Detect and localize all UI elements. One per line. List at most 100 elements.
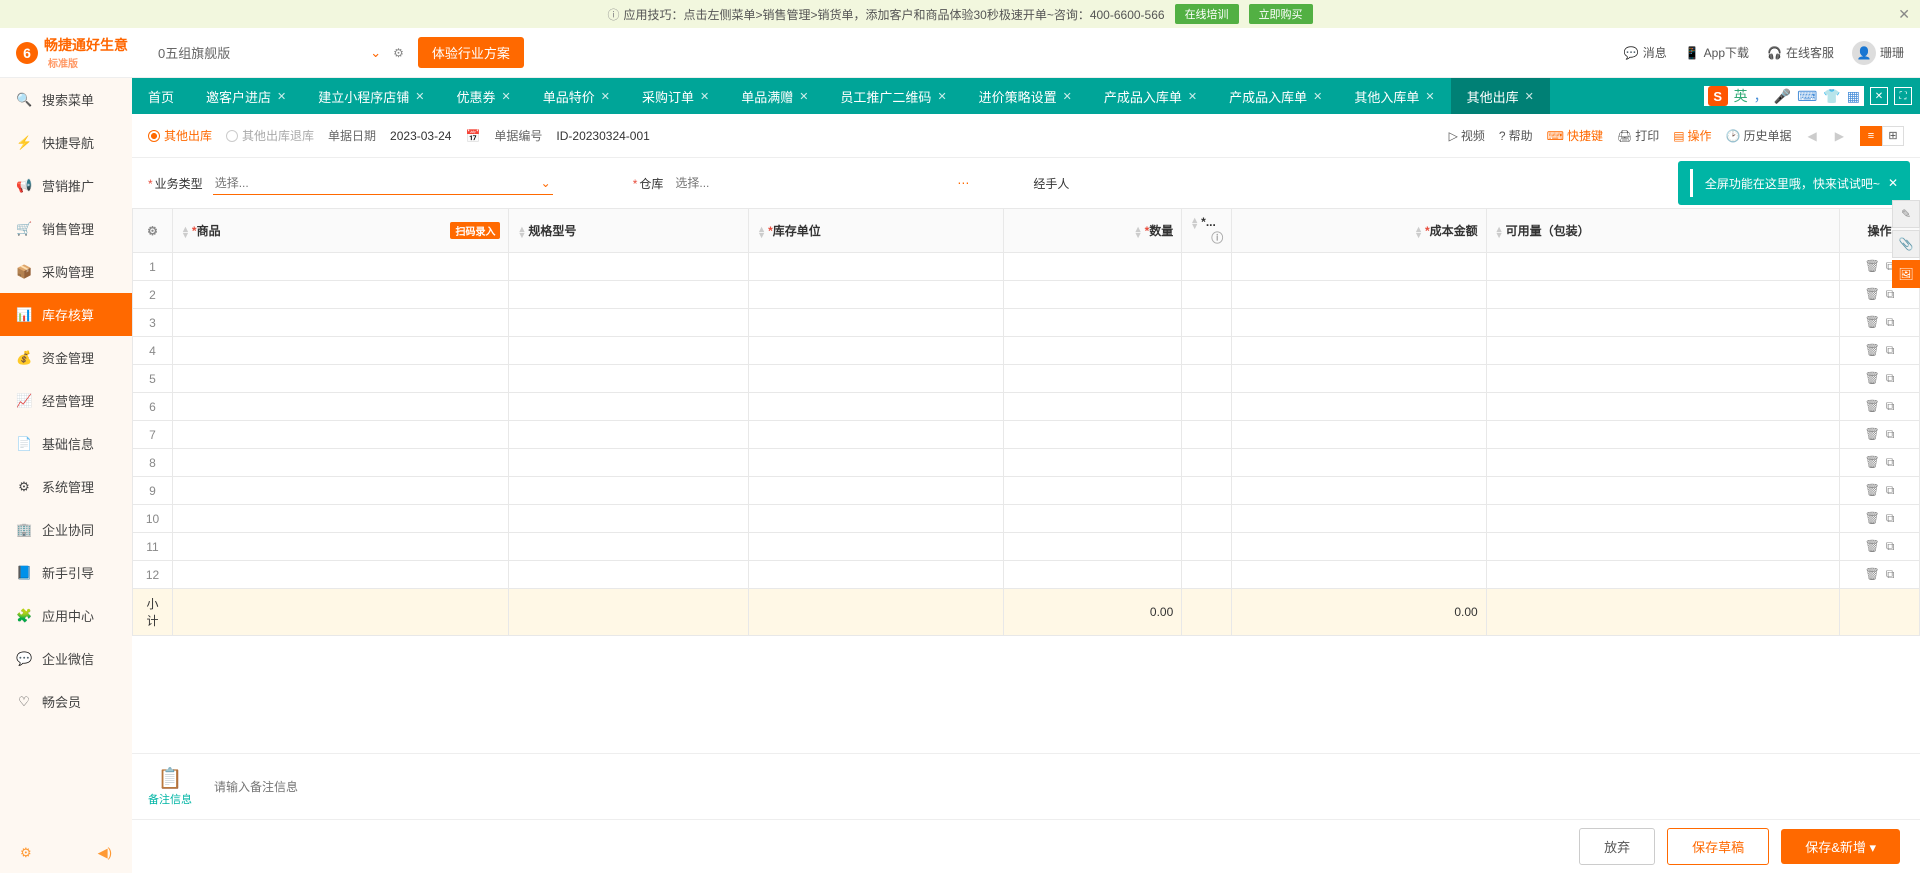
- tab-4[interactable]: 单品特价✕: [527, 78, 626, 114]
- table-row[interactable]: 6 🗑⧉: [133, 393, 1920, 421]
- tab-close-icon[interactable]: ✕: [1063, 90, 1072, 103]
- support-link[interactable]: 🎧 在线客服: [1767, 44, 1834, 61]
- print-button[interactable]: 🖨打印: [1617, 127, 1659, 144]
- abandon-button[interactable]: 放弃: [1579, 828, 1655, 865]
- copy-row-icon[interactable]: ⧉: [1886, 483, 1895, 497]
- tab-10[interactable]: 产成品入库单✕: [1213, 78, 1338, 114]
- delete-row-icon[interactable]: 🗑: [1865, 427, 1880, 441]
- org-selector[interactable]: 0五组旗舰版 ⌄: [158, 43, 381, 62]
- close-banner-icon[interactable]: ✕: [1898, 6, 1910, 23]
- sidebar-item-0[interactable]: 🔍搜索菜单: [0, 78, 132, 121]
- ime-shirt-icon[interactable]: 👕: [1823, 88, 1840, 105]
- prev-icon[interactable]: ◀: [1806, 129, 1819, 143]
- copy-row-icon[interactable]: ⧉: [1886, 343, 1895, 357]
- copy-row-icon[interactable]: ⧉: [1886, 371, 1895, 385]
- save-draft-button[interactable]: 保存草稿: [1667, 828, 1769, 865]
- tab-11[interactable]: 其他入库单✕: [1338, 78, 1450, 114]
- tab-close-all-icon[interactable]: ✕: [1870, 87, 1888, 105]
- more-icon[interactable]: ⋯: [957, 176, 971, 190]
- sidebar-item-14[interactable]: ♡畅会员: [0, 680, 132, 723]
- sidebar-item-9[interactable]: ⚙系统管理: [0, 465, 132, 508]
- table-row[interactable]: 4 🗑⧉: [133, 337, 1920, 365]
- delete-row-icon[interactable]: 🗑: [1865, 567, 1880, 581]
- delete-row-icon[interactable]: 🗑: [1865, 315, 1880, 329]
- sidebar-item-7[interactable]: 📈经营管理: [0, 379, 132, 422]
- col-qty[interactable]: ▲▼*数量: [1003, 209, 1182, 253]
- next-icon[interactable]: ▶: [1833, 129, 1846, 143]
- tab-close-icon[interactable]: ✕: [1525, 90, 1534, 103]
- handler-select[interactable]: [1079, 172, 1259, 195]
- user-menu[interactable]: 👤 珊珊: [1852, 41, 1904, 65]
- tab-close-icon[interactable]: ✕: [937, 90, 946, 103]
- sidebar-item-5[interactable]: 📊库存核算: [0, 293, 132, 336]
- tab-7[interactable]: 员工推广二维码✕: [824, 78, 962, 114]
- tab-2[interactable]: 建立小程序店铺✕: [302, 78, 440, 114]
- tab-close-icon[interactable]: ✕: [601, 90, 610, 103]
- radio-return[interactable]: 其他出库退库: [226, 127, 314, 144]
- delete-row-icon[interactable]: 🗑: [1865, 371, 1880, 385]
- warehouse-input[interactable]: [675, 176, 957, 190]
- video-button[interactable]: ▷视频: [1449, 127, 1485, 144]
- tab-9[interactable]: 产成品入库单✕: [1088, 78, 1213, 114]
- tab-close-icon[interactable]: ✕: [799, 90, 808, 103]
- gear-icon[interactable]: ⚙: [20, 845, 32, 861]
- tab-8[interactable]: 进价策略设置✕: [963, 78, 1088, 114]
- copy-row-icon[interactable]: ⧉: [1886, 539, 1895, 553]
- collapse-icon[interactable]: ◀): [98, 845, 112, 861]
- delete-row-icon[interactable]: 🗑: [1865, 343, 1880, 357]
- operate-button[interactable]: ▤操作: [1673, 127, 1711, 144]
- table-row[interactable]: 10 🗑⧉: [133, 505, 1920, 533]
- ime-logo-icon[interactable]: S: [1708, 86, 1728, 106]
- sidebar-item-10[interactable]: 🏢企业协同: [0, 508, 132, 551]
- tab-1[interactable]: 邀客户进店✕: [190, 78, 302, 114]
- ime-mic-icon[interactable]: 🎤: [1774, 88, 1791, 105]
- table-row[interactable]: 11 🗑⧉: [133, 533, 1920, 561]
- sidebar-item-12[interactable]: 🧩应用中心: [0, 594, 132, 637]
- save-new-button[interactable]: 保存&新增 ▾: [1781, 829, 1900, 864]
- delete-row-icon[interactable]: 🗑: [1865, 399, 1880, 413]
- help-button[interactable]: ?帮助: [1499, 127, 1533, 144]
- copy-row-icon[interactable]: ⧉: [1886, 315, 1895, 329]
- remark-input[interactable]: [206, 772, 1904, 802]
- sidebar-item-13[interactable]: 💬企业微信: [0, 637, 132, 680]
- table-settings-icon[interactable]: ⚙: [147, 224, 158, 238]
- sidebar-item-11[interactable]: 📘新手引导: [0, 551, 132, 594]
- radio-outbound[interactable]: 其他出库: [148, 127, 212, 144]
- messages-link[interactable]: 💬 消息: [1624, 44, 1667, 61]
- table-row[interactable]: 1 🗑⧉: [133, 253, 1920, 281]
- close-tip-icon[interactable]: ✕: [1888, 176, 1898, 190]
- info-icon[interactable]: ⓘ: [1211, 229, 1223, 246]
- delete-row-icon[interactable]: 🗑: [1865, 539, 1880, 553]
- tab-0[interactable]: 首页: [132, 78, 190, 114]
- table-row[interactable]: 3 🗑⧉: [133, 309, 1920, 337]
- tab-5[interactable]: 采购订单✕: [626, 78, 725, 114]
- col-spec[interactable]: ▲▼规格型号: [509, 209, 749, 253]
- biz-type-select[interactable]: ⌄: [213, 172, 553, 195]
- tab-close-icon[interactable]: ✕: [700, 90, 709, 103]
- ime-grid-icon[interactable]: ▦: [1847, 88, 1860, 105]
- online-training-button[interactable]: 在线培训: [1175, 4, 1239, 24]
- sidebar-item-3[interactable]: 🛒销售管理: [0, 207, 132, 250]
- experience-button[interactable]: 体验行业方案: [418, 37, 524, 68]
- tab-close-icon[interactable]: ✕: [1313, 90, 1322, 103]
- tab-close-icon[interactable]: ✕: [277, 90, 286, 103]
- ime-language[interactable]: 英: [1734, 86, 1748, 106]
- fullscreen-icon[interactable]: ⛶: [1894, 87, 1912, 105]
- warehouse-select[interactable]: ⋯: [673, 172, 973, 195]
- dock-image-icon[interactable]: 🖼: [1892, 260, 1920, 288]
- delete-row-icon[interactable]: 🗑: [1865, 455, 1880, 469]
- scan-entry-badge[interactable]: 扫码录入: [450, 222, 500, 239]
- dock-edit-icon[interactable]: ✎: [1892, 200, 1920, 228]
- delete-row-icon[interactable]: 🗑: [1865, 259, 1880, 273]
- table-row[interactable]: 2 🗑⧉: [133, 281, 1920, 309]
- col-more[interactable]: ▲▼*...ⓘ: [1182, 209, 1232, 253]
- view-list-icon[interactable]: ≡: [1860, 126, 1882, 146]
- calendar-icon[interactable]: 📅: [465, 129, 480, 143]
- shortcut-button[interactable]: ⌨快捷键: [1547, 127, 1603, 144]
- delete-row-icon[interactable]: 🗑: [1865, 511, 1880, 525]
- handler-input[interactable]: [1081, 176, 1257, 190]
- col-unit[interactable]: ▲▼*库存单位: [749, 209, 1003, 253]
- col-goods[interactable]: ▲▼*商品扫码录入: [173, 209, 509, 253]
- history-button[interactable]: 🕑历史单据: [1726, 127, 1792, 144]
- date-value[interactable]: 2023-03-24: [390, 129, 451, 143]
